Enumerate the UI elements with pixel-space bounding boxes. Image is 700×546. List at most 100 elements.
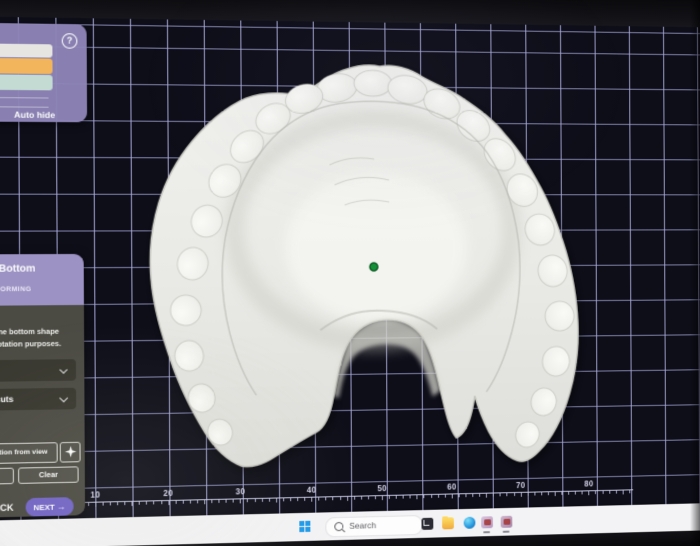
ruler-tick <box>548 492 549 494</box>
set-direction-from-view-button[interactable]: n direction from view <box>0 442 58 464</box>
ruler-label: 40 <box>307 486 317 495</box>
ruler-label: 80 <box>584 479 593 488</box>
dental-model[interactable] <box>0 0 690 546</box>
ruler-tick <box>361 497 362 500</box>
file-explorer-icon[interactable] <box>442 517 454 529</box>
ruler-tick <box>472 494 473 496</box>
cursor-dot <box>370 263 378 271</box>
ruler-tick <box>354 497 355 500</box>
ruler-label: 70 <box>516 481 525 490</box>
ruler-tick <box>514 493 515 495</box>
panel-description: sign the bottom shape e adaptation purpo… <box>0 326 61 351</box>
ruler-tick <box>403 496 404 499</box>
ruler-tick <box>465 494 466 496</box>
ruler-tick <box>110 502 111 505</box>
ruler-tick <box>183 501 184 504</box>
sparkle-icon-button[interactable] <box>60 442 81 463</box>
ruler-tick <box>459 494 460 496</box>
screen-photo: 1020304050607080 ? ottom w all Auto hide… <box>0 0 700 546</box>
tool-panel-header <box>0 254 84 306</box>
generate-button[interactable]: te <box>0 468 14 485</box>
dental-app-icon-2[interactable] <box>501 516 513 528</box>
ruler-tick <box>204 500 205 504</box>
ruler-tick <box>190 500 191 503</box>
ruler-tick <box>347 497 348 501</box>
ruler-tick <box>117 502 118 505</box>
panel-title: xup Bottom <box>0 263 35 275</box>
3d-viewport[interactable] <box>0 0 690 546</box>
legend-bar-1[interactable] <box>0 58 53 74</box>
ruler-tick <box>102 503 103 506</box>
ruler-tick <box>304 498 305 501</box>
palate-highlight <box>284 173 467 324</box>
ruler-tick <box>527 493 528 495</box>
section-properties[interactable]: erties <box>0 359 76 382</box>
ruler-tick <box>602 491 603 493</box>
chevron-down-icon <box>59 365 68 374</box>
ruler-tick <box>318 498 319 501</box>
ruler-tick <box>88 503 89 506</box>
ruler-tick <box>139 502 140 505</box>
ruler-tick <box>269 499 270 502</box>
ruler-tick <box>609 491 610 493</box>
ruler-tick <box>541 492 542 494</box>
ruler-tick <box>254 499 255 502</box>
back-button[interactable]: ACK <box>0 503 14 514</box>
ruler-tick <box>534 493 535 495</box>
legend-separator <box>0 97 49 99</box>
ruler-tick <box>276 499 277 503</box>
search-input[interactable]: Search <box>325 515 422 537</box>
ruler-tick <box>616 491 617 493</box>
ruler-tick <box>340 497 341 500</box>
next-label: NEXT <box>33 503 54 513</box>
ruler-tick <box>568 492 569 494</box>
ruler-tick <box>445 495 446 498</box>
edge-icon[interactable] <box>464 517 476 529</box>
next-button[interactable]: NEXT → <box>26 497 74 517</box>
stage-label: REE-FORMING <box>0 286 32 294</box>
running-indicator <box>483 531 490 533</box>
ruler-tick <box>333 497 334 500</box>
ruler-tick <box>124 502 125 505</box>
ruler-tick <box>154 501 155 504</box>
ruler-tick <box>247 499 248 502</box>
ruler-tick <box>382 496 383 500</box>
sparkle-icon <box>64 446 75 457</box>
windows-start-button[interactable] <box>299 521 310 532</box>
ruler-tick <box>326 497 327 500</box>
ruler-tick <box>438 495 439 498</box>
ruler-tick <box>582 491 583 493</box>
ruler-tick <box>410 495 411 498</box>
help-icon[interactable]: ? <box>62 33 78 49</box>
ruler-label: 50 <box>377 484 386 493</box>
ruler-tick <box>283 498 284 501</box>
ruler-tick <box>233 499 234 502</box>
ruler-tick <box>290 498 291 501</box>
ruler-tick <box>297 498 298 501</box>
ruler-tick <box>219 500 220 503</box>
ruler-tick <box>493 493 494 495</box>
dental-app-icon-1[interactable] <box>481 516 493 528</box>
running-indicator <box>503 531 510 533</box>
ruler-tick <box>240 499 241 503</box>
monitor-screen: 1020304050607080 ? ottom w all Auto hide… <box>0 0 700 546</box>
ruler-tick <box>561 492 562 494</box>
legend-bar-2[interactable]: ottom <box>0 74 53 90</box>
ruler-label: 10 <box>90 490 100 499</box>
ruler-tick <box>521 493 522 497</box>
ruler-tick <box>226 500 227 503</box>
auto-hide-button[interactable]: Auto hide <box>14 110 55 121</box>
tool-panel: xup Bottom REE-FORMING sign the bottom s… <box>0 254 85 518</box>
ruler-tick <box>424 495 425 498</box>
ruler-tick <box>479 494 480 496</box>
section-undercuts[interactable]: ndercuts <box>0 388 76 411</box>
ruler-tick <box>197 500 198 503</box>
task-view-icon[interactable] <box>421 518 433 530</box>
clear-button[interactable]: Clear <box>18 466 79 484</box>
arrow-right-icon: → <box>57 501 66 511</box>
legend-bar-0[interactable] <box>0 43 52 57</box>
ruler-tick <box>417 495 418 499</box>
ruler-tick <box>389 496 390 499</box>
ruler-label: 30 <box>235 487 245 496</box>
ruler-tick <box>431 495 432 498</box>
